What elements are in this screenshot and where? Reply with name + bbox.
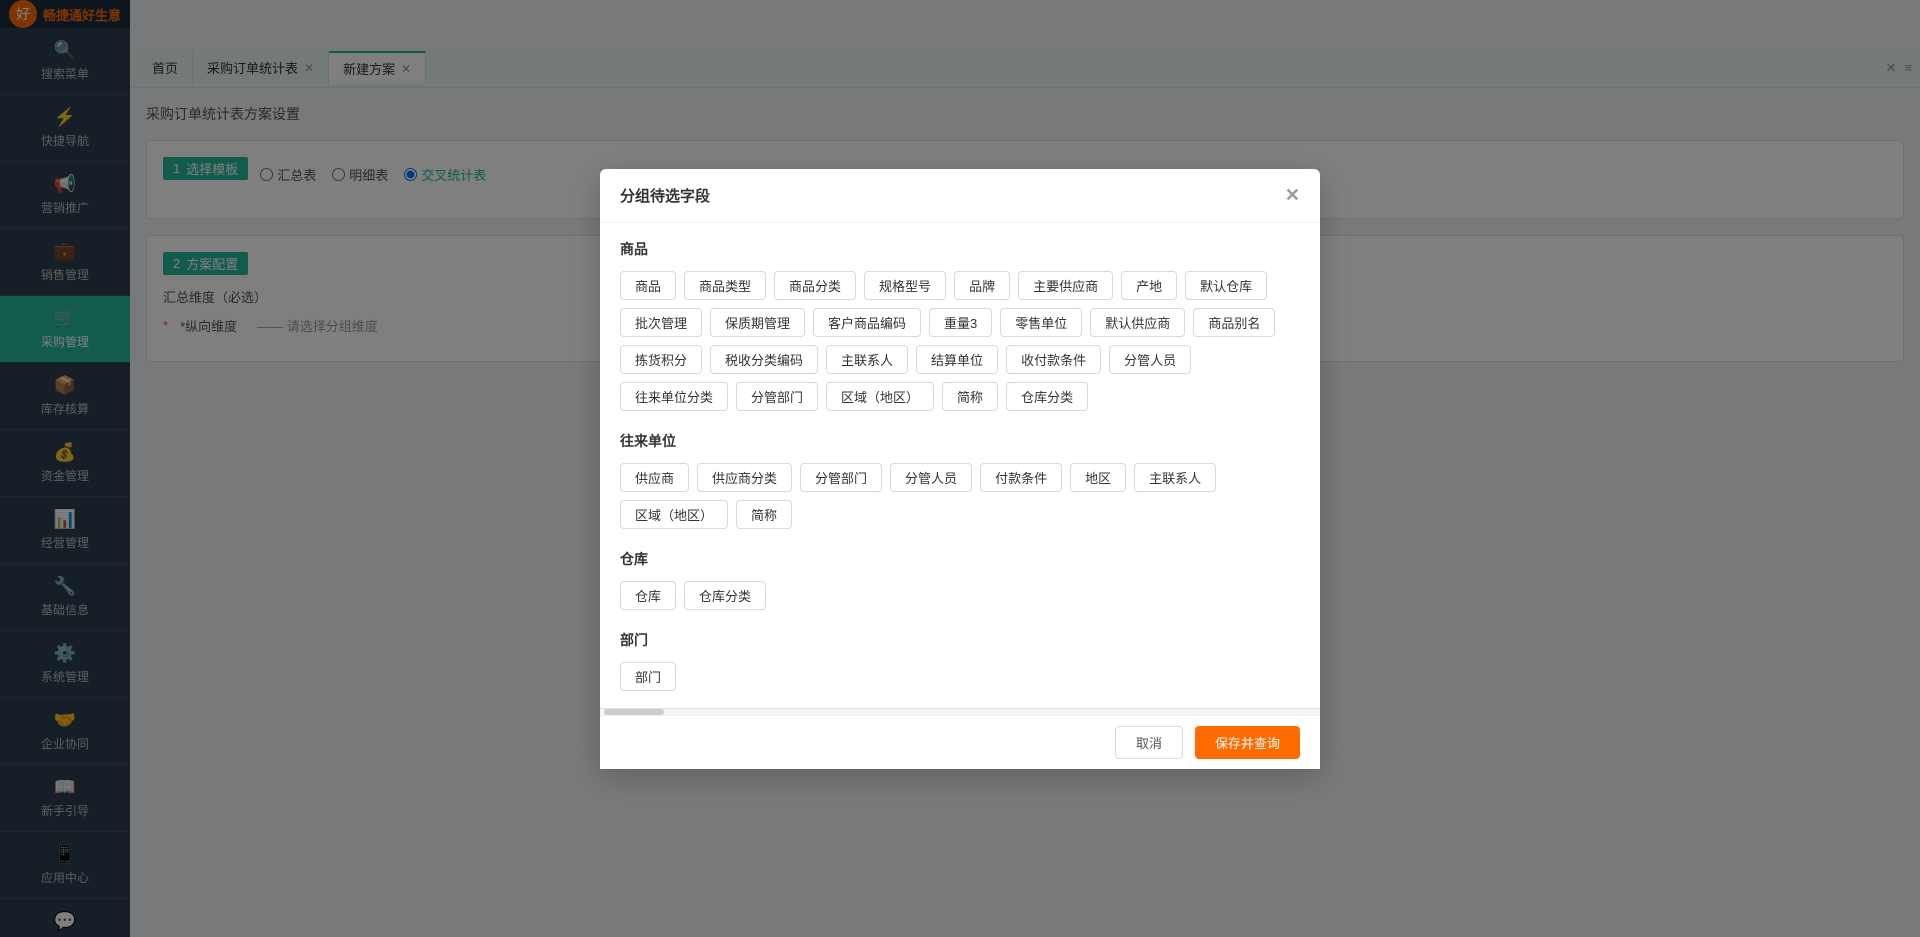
close-icon[interactable]: ✕	[1285, 186, 1300, 204]
section-product-title: 商品	[620, 239, 1300, 259]
section-department: 部门 部门	[620, 630, 1300, 691]
modal-overlay: 分组待选字段 ✕ 商品 商品商品类型商品分类规格型号品牌主要供应商产地默认仓库批…	[0, 0, 1920, 937]
tag-product-tags-container-7[interactable]: 默认仓库	[1185, 271, 1267, 300]
counterpart-tags: 供应商供应商分类分管部门分管人员付款条件地区主联系人区域（地区） 简称	[620, 463, 1300, 529]
tag-warehouse-tags-container-1[interactable]: 仓库分类	[684, 581, 766, 610]
dialog-header: 分组待选字段 ✕	[600, 169, 1320, 223]
dialog-title: 分组待选字段	[620, 185, 710, 206]
tag-counterpart-tags-container-6[interactable]: 主联系人	[1134, 463, 1216, 492]
tag-product-tags-container-17[interactable]: 主联系人	[826, 345, 908, 374]
tag-counterpart-tags-container-7[interactable]: 区域（地区）	[620, 500, 728, 529]
section-counterpart: 往来单位 供应商供应商分类分管部门分管人员付款条件地区主联系人区域（地区） 简称	[620, 431, 1300, 529]
tag-counterpart-tags-container-1[interactable]: 供应商分类	[697, 463, 792, 492]
dialog-hscrollbar[interactable]	[600, 708, 1320, 715]
department-tags: 部门	[620, 662, 1300, 691]
cancel-button[interactable]: 取消	[1115, 726, 1183, 759]
tag-product-tags-container-23[interactable]: 区域（地区）	[826, 382, 934, 411]
section-counterpart-title: 往来单位	[620, 431, 1300, 451]
tag-product-tags-container-9[interactable]: 保质期管理	[710, 308, 805, 337]
tag-product-tags-container-20[interactable]: 分管人员	[1109, 345, 1191, 374]
tag-product-tags-container-1[interactable]: 商品类型	[684, 271, 766, 300]
tag-product-tags-container-25[interactable]: 仓库分类	[1006, 382, 1088, 411]
confirm-button[interactable]: 保存并查询	[1195, 726, 1300, 759]
section-warehouse-title: 仓库	[620, 549, 1300, 569]
tag-product-tags-container-13[interactable]: 默认供应商	[1090, 308, 1185, 337]
section-department-title: 部门	[620, 630, 1300, 650]
section-product: 商品 商品商品类型商品分类规格型号品牌主要供应商产地默认仓库批次管理保质期管理客…	[620, 239, 1300, 411]
tag-product-tags-container-22[interactable]: 分管部门	[736, 382, 818, 411]
tag-product-tags-container-11[interactable]: 重量3	[929, 308, 992, 337]
tag-product-tags-container-21[interactable]: 往来单位分类	[620, 382, 728, 411]
tag-product-tags-container-18[interactable]: 结算单位	[916, 345, 998, 374]
tag-counterpart-tags-container-0[interactable]: 供应商	[620, 463, 689, 492]
dialog-footer: 取消 保存并查询	[600, 715, 1320, 769]
tag-product-tags-container-19[interactable]: 收付款条件	[1006, 345, 1101, 374]
tag-product-tags-container-16[interactable]: 税收分类编码	[710, 345, 818, 374]
tag-product-tags-container-0[interactable]: 商品	[620, 271, 676, 300]
tag-product-tags-container-8[interactable]: 批次管理	[620, 308, 702, 337]
tag-warehouse-tags-container-0[interactable]: 仓库	[620, 581, 676, 610]
tag-counterpart-tags-container-3[interactable]: 分管人员	[890, 463, 972, 492]
tag-department-tags-container-0[interactable]: 部门	[620, 662, 676, 691]
tag-product-tags-container-3[interactable]: 规格型号	[864, 271, 946, 300]
tag-counterpart-tags-container-2[interactable]: 分管部门	[800, 463, 882, 492]
dialog: 分组待选字段 ✕ 商品 商品商品类型商品分类规格型号品牌主要供应商产地默认仓库批…	[600, 169, 1320, 769]
tag-product-tags-container-10[interactable]: 客户商品编码	[813, 308, 921, 337]
tag-product-tags-container-12[interactable]: 零售单位	[1000, 308, 1082, 337]
tag-counterpart-tags-container-5[interactable]: 地区	[1070, 463, 1126, 492]
warehouse-tags: 仓库仓库分类	[620, 581, 1300, 610]
tag-product-tags-container-5[interactable]: 主要供应商	[1018, 271, 1113, 300]
tag-product-tags-container-4[interactable]: 品牌	[954, 271, 1010, 300]
product-tags: 商品商品类型商品分类规格型号品牌主要供应商产地默认仓库批次管理保质期管理客户商品…	[620, 271, 1300, 411]
tag-counterpart-tags-container-4[interactable]: 付款条件	[980, 463, 1062, 492]
tag-product-tags-container-15[interactable]: 拣货积分	[620, 345, 702, 374]
tag-product-tags-container-14[interactable]: 商品别名	[1193, 308, 1275, 337]
tag-product-tags-container-24[interactable]: 简称	[942, 382, 998, 411]
section-warehouse: 仓库 仓库仓库分类	[620, 549, 1300, 610]
tag-product-tags-container-2[interactable]: 商品分类	[774, 271, 856, 300]
dialog-body: 商品 商品商品类型商品分类规格型号品牌主要供应商产地默认仓库批次管理保质期管理客…	[600, 223, 1320, 708]
tag-product-tags-container-6[interactable]: 产地	[1121, 271, 1177, 300]
tag-counterpart-tags-container-8[interactable]: 简称	[736, 500, 792, 529]
